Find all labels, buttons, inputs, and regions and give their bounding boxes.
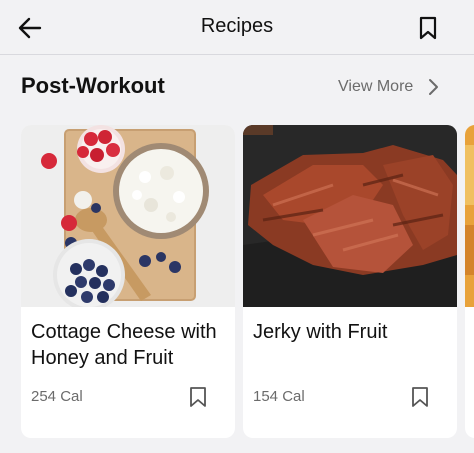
recipe-card[interactable]: Jerky with Fruit 154 Cal — [243, 125, 457, 438]
recipe-photo — [465, 125, 474, 307]
chevron-right-icon — [429, 79, 439, 95]
saved-recipes-button[interactable] — [412, 12, 444, 44]
recipe-card[interactable]: Cottage Cheese with Honey and Fruit 254 … — [21, 125, 235, 438]
page-title: Recipes — [200, 15, 274, 37]
recipe-name: Cottage Cheese with Honey and Fruit — [31, 321, 217, 369]
recipe-photo — [21, 125, 235, 307]
recipe-photo — [243, 125, 457, 307]
back-button[interactable] — [14, 12, 46, 44]
recipes-screen: Recipes Post-Workout View More Cottage C… — [0, 0, 474, 453]
arrow-left-icon — [18, 17, 42, 39]
recipe-card[interactable] — [465, 125, 474, 438]
bookmark-button[interactable] — [407, 383, 433, 411]
recipe-name: Jerky with Fruit — [253, 321, 388, 343]
recipe-calories: 254 Cal — [31, 388, 83, 405]
view-more-label: View More — [338, 78, 414, 95]
view-more-link[interactable]: View More — [338, 74, 439, 100]
recipe-calories: 154 Cal — [253, 388, 305, 405]
bookmark-icon — [412, 387, 428, 407]
bookmark-button[interactable] — [185, 383, 211, 411]
top-navigation-bar: Recipes — [0, 0, 474, 55]
section-title: Post-Workout — [21, 73, 165, 98]
bookmark-icon — [190, 387, 206, 407]
bookmark-icon — [419, 16, 437, 40]
